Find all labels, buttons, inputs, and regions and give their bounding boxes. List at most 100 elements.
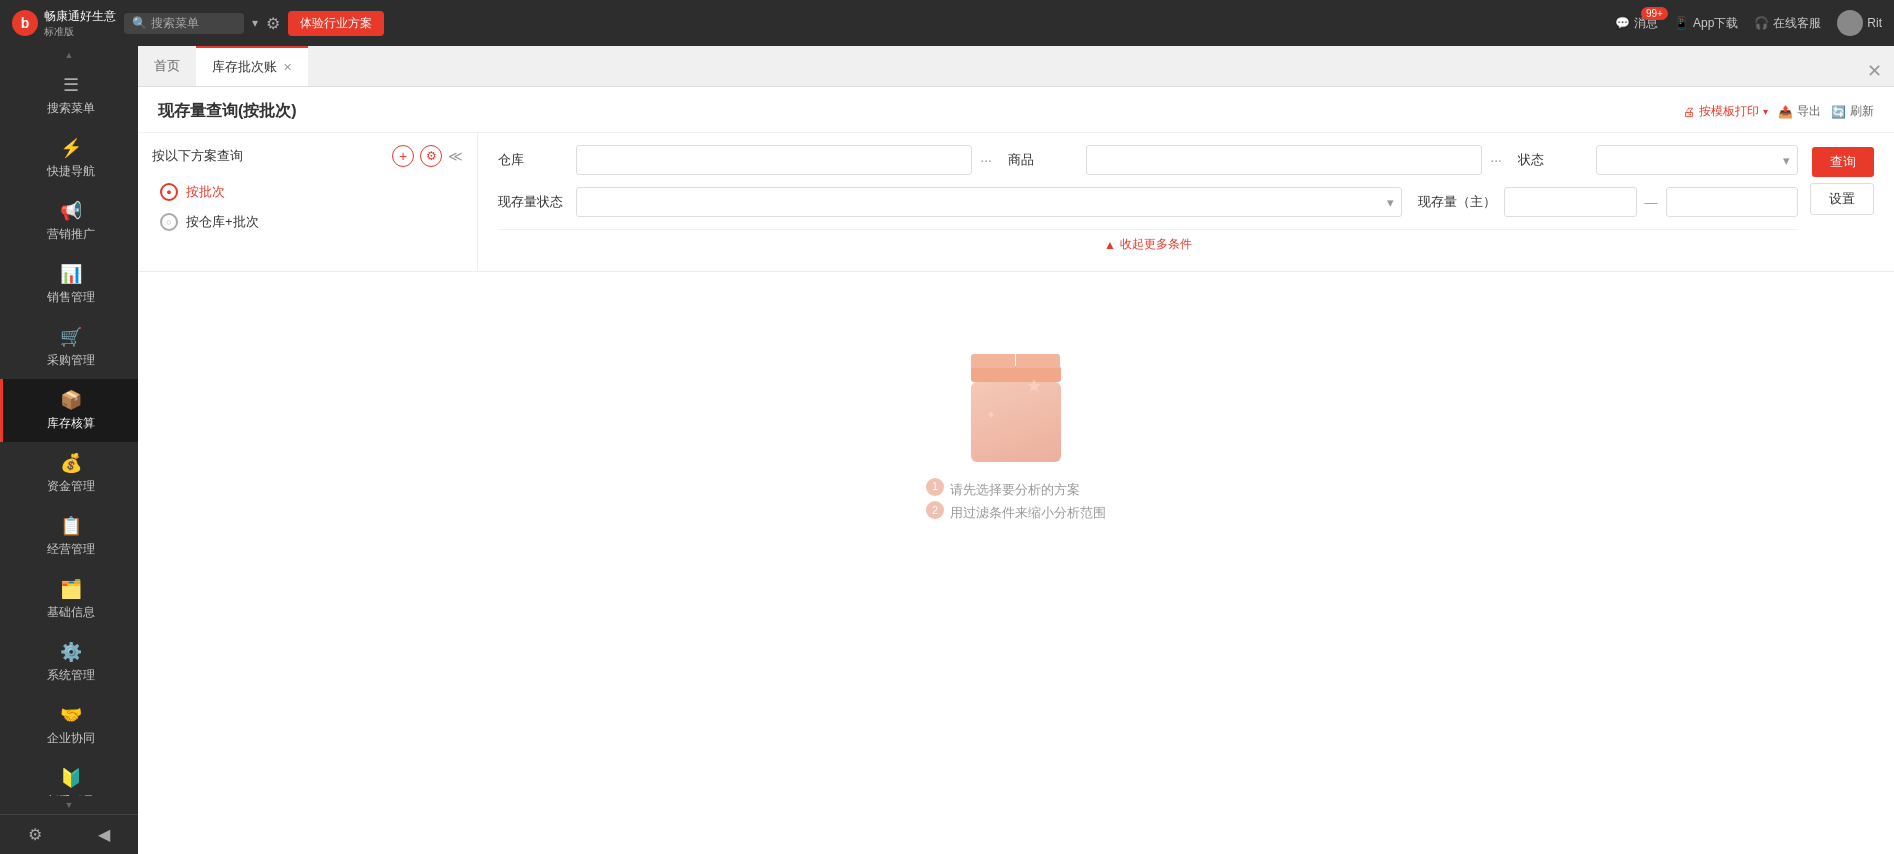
marketing-icon: 📢 [60,200,82,222]
finance-icon: 💰 [60,452,82,474]
sidebar-scroll-up[interactable]: ▲ [0,46,138,64]
page-title: 现存量查询(按批次) [158,101,297,122]
sidebar-item-basic[interactable]: 🗂️ 基础信息 [0,568,138,631]
sidebar-settings-button[interactable]: ⚙ [28,825,42,844]
sidebar-footer: ⚙ ◀ [0,814,138,854]
inventory-status-field: 现存量状态 [498,187,1402,217]
status-select[interactable] [1596,145,1798,175]
inventory-icon: 📦 [60,389,82,411]
scheme-title: 按以下方案查询 [152,147,243,165]
settings-gear-button[interactable]: ⚙ [266,14,280,33]
warehouse-field: 仓库 ··· [498,145,992,175]
top-bar-right: 💬 消息 99+ 📱 App下载 🎧 在线客服 Rit [1615,10,1882,36]
search-bar[interactable]: 🔍 搜索菜单 [124,13,244,34]
dropdown-button[interactable]: ▾ [252,16,258,30]
status-select-wrapper [1596,145,1798,175]
logo-area: b 畅康通好生意 标准版 [12,8,116,39]
settings-config-button[interactable]: 设置 [1810,183,1874,215]
sidebar-item-inventory[interactable]: 📦 库存核算 [0,379,138,442]
collapse-more-button[interactable]: ▲ 收起更多条件 [498,229,1798,259]
empty-hints: 1 请先选择要分析的方案 2 用过滤条件来缩小分析范围 [926,478,1106,525]
scheme-collapse-button[interactable]: ≪ [448,145,463,167]
experience-button[interactable]: 体验行业方案 [288,11,384,36]
sidebar-item-guide[interactable]: 🔰 新手引导 [0,757,138,796]
sidebar-item-purchase[interactable]: 🛒 采购管理 [0,316,138,379]
filter-row-1: 仓库 ··· 商品 ··· 状态 [498,145,1798,175]
page-content: 现存量查询(按批次) 🖨 按模板打印 ▾ 📤 导出 🔄 刷新 [138,87,1894,854]
tab-home[interactable]: 首页 [138,47,196,85]
sidebar-item-operations[interactable]: 📋 经营管理 [0,505,138,568]
sidebar-scroll-down[interactable]: ▼ [0,796,138,814]
online-service-button[interactable]: 🎧 在线客服 [1754,15,1821,32]
empty-hint-1: 1 请先选择要分析的方案 [926,478,1106,501]
filter-row-2: 现存量状态 现存量（主） [498,187,1798,217]
query-button[interactable]: 查询 [1812,147,1874,177]
refresh-button[interactable]: 🔄 刷新 [1831,103,1874,120]
product-input[interactable] [1086,145,1482,175]
sidebar-item-enterprise[interactable]: 🤝 企业协同 [0,694,138,757]
avatar [1837,10,1863,36]
scheme-warehouse-batch-label: 按仓库+批次 [186,213,259,231]
scheme-settings-button[interactable]: ⚙ [420,145,442,167]
inventory-qty-max-input[interactable] [1666,187,1799,217]
product-label: 商品 [1008,151,1078,169]
sidebar-item-search[interactable]: ☰ 搜索菜单 [0,64,138,127]
messages-button[interactable]: 💬 消息 99+ [1615,15,1658,32]
app-download-button[interactable]: 📱 App下载 [1674,15,1738,32]
refresh-icon: 🔄 [1831,105,1846,119]
main-layout: ▲ ☰ 搜索菜单 ⚡ 快捷导航 📢 营销推广 📊 销售管理 🛒 采购管理 [0,46,1894,854]
basic-icon: 🗂️ [60,578,82,600]
filter-action-col: 查询 设置 [1810,145,1874,215]
product-field: 商品 ··· [1008,145,1502,175]
enterprise-icon: 🤝 [60,704,82,726]
warehouse-input[interactable] [576,145,972,175]
scheme-item-warehouse-batch[interactable]: ○ 按仓库+批次 [152,207,463,237]
page-header-actions: 🖨 按模板打印 ▾ 📤 导出 🔄 刷新 [1683,103,1874,120]
sidebar-item-shortcuts[interactable]: ⚡ 快捷导航 [0,127,138,190]
product-more-button[interactable]: ··· [1490,152,1502,168]
sidebar-scroll: ☰ 搜索菜单 ⚡ 快捷导航 📢 营销推广 📊 销售管理 🛒 采购管理 📦 库 [0,64,138,796]
phone-icon: 📱 [1674,16,1689,30]
tab-close-icon[interactable]: ✕ [283,61,292,74]
sidebar-item-marketing[interactable]: 📢 营销推广 [0,190,138,253]
inventory-status-select-wrapper [576,187,1402,217]
empty-hint-2: 2 用过滤条件来缩小分析范围 [926,501,1106,524]
sales-icon: 📊 [60,263,82,285]
warehouse-label: 仓库 [498,151,568,169]
panel-close-button[interactable]: ✕ [1867,60,1882,82]
filter-scheme-actions: + ⚙ ≪ [392,145,463,167]
inventory-qty-min-input[interactable] [1504,187,1637,217]
messages-badge: 99+ [1641,7,1668,20]
sidebar: ▲ ☰ 搜索菜单 ⚡ 快捷导航 📢 营销推广 📊 销售管理 🛒 采购管理 [0,46,138,854]
page-header: 现存量查询(按批次) 🖨 按模板打印 ▾ 📤 导出 🔄 刷新 [138,87,1894,133]
scheme-active-icon: ● [160,183,178,201]
search-placeholder: 搜索菜单 [151,15,199,32]
user-name: Rit [1867,16,1882,30]
print-button[interactable]: 🖨 按模板打印 ▾ [1683,103,1768,120]
filter-scheme-header: 按以下方案查询 + ⚙ ≪ [152,145,463,167]
print-dropdown-icon: ▾ [1763,106,1768,117]
shortcuts-icon: ⚡ [60,137,82,159]
top-bar: b 畅康通好生意 标准版 🔍 搜索菜单 ▾ ⚙ 体验行业方案 💬 消息 99+ … [0,0,1894,46]
empty-hint-1-text: 请先选择要分析的方案 [950,478,1080,501]
search-icon: 🔍 [132,16,147,30]
company-name: 畅康通好生意 [44,8,116,25]
inventory-status-select[interactable] [576,187,1402,217]
export-button[interactable]: 📤 导出 [1778,103,1821,120]
empty-illustration: ★ ✦ [946,332,1086,462]
user-avatar-button[interactable]: Rit [1837,10,1882,36]
filter-right-panel: 仓库 ··· 商品 ··· 状态 [478,133,1894,271]
headset-icon: 🎧 [1754,16,1769,30]
content-area: 首页 库存批次账 ✕ ✕ 现存量查询(按批次) 🖨 按模板打印 ▾ [138,46,1894,854]
filter-area: 按以下方案查询 + ⚙ ≪ ● 按批次 ○ 按仓库+批次 [138,133,1894,272]
sidebar-item-finance[interactable]: 💰 资金管理 [0,442,138,505]
scheme-batch-label: 按批次 [186,183,225,201]
inventory-status-label: 现存量状态 [498,193,568,211]
sidebar-item-system[interactable]: ⚙️ 系统管理 [0,631,138,694]
sidebar-item-sales[interactable]: 📊 销售管理 [0,253,138,316]
tab-inventory-batch[interactable]: 库存批次账 ✕ [196,46,308,86]
sidebar-collapse-button[interactable]: ◀ [98,825,110,844]
warehouse-more-button[interactable]: ··· [980,152,992,168]
scheme-item-batch[interactable]: ● 按批次 [152,177,463,207]
scheme-add-button[interactable]: + [392,145,414,167]
